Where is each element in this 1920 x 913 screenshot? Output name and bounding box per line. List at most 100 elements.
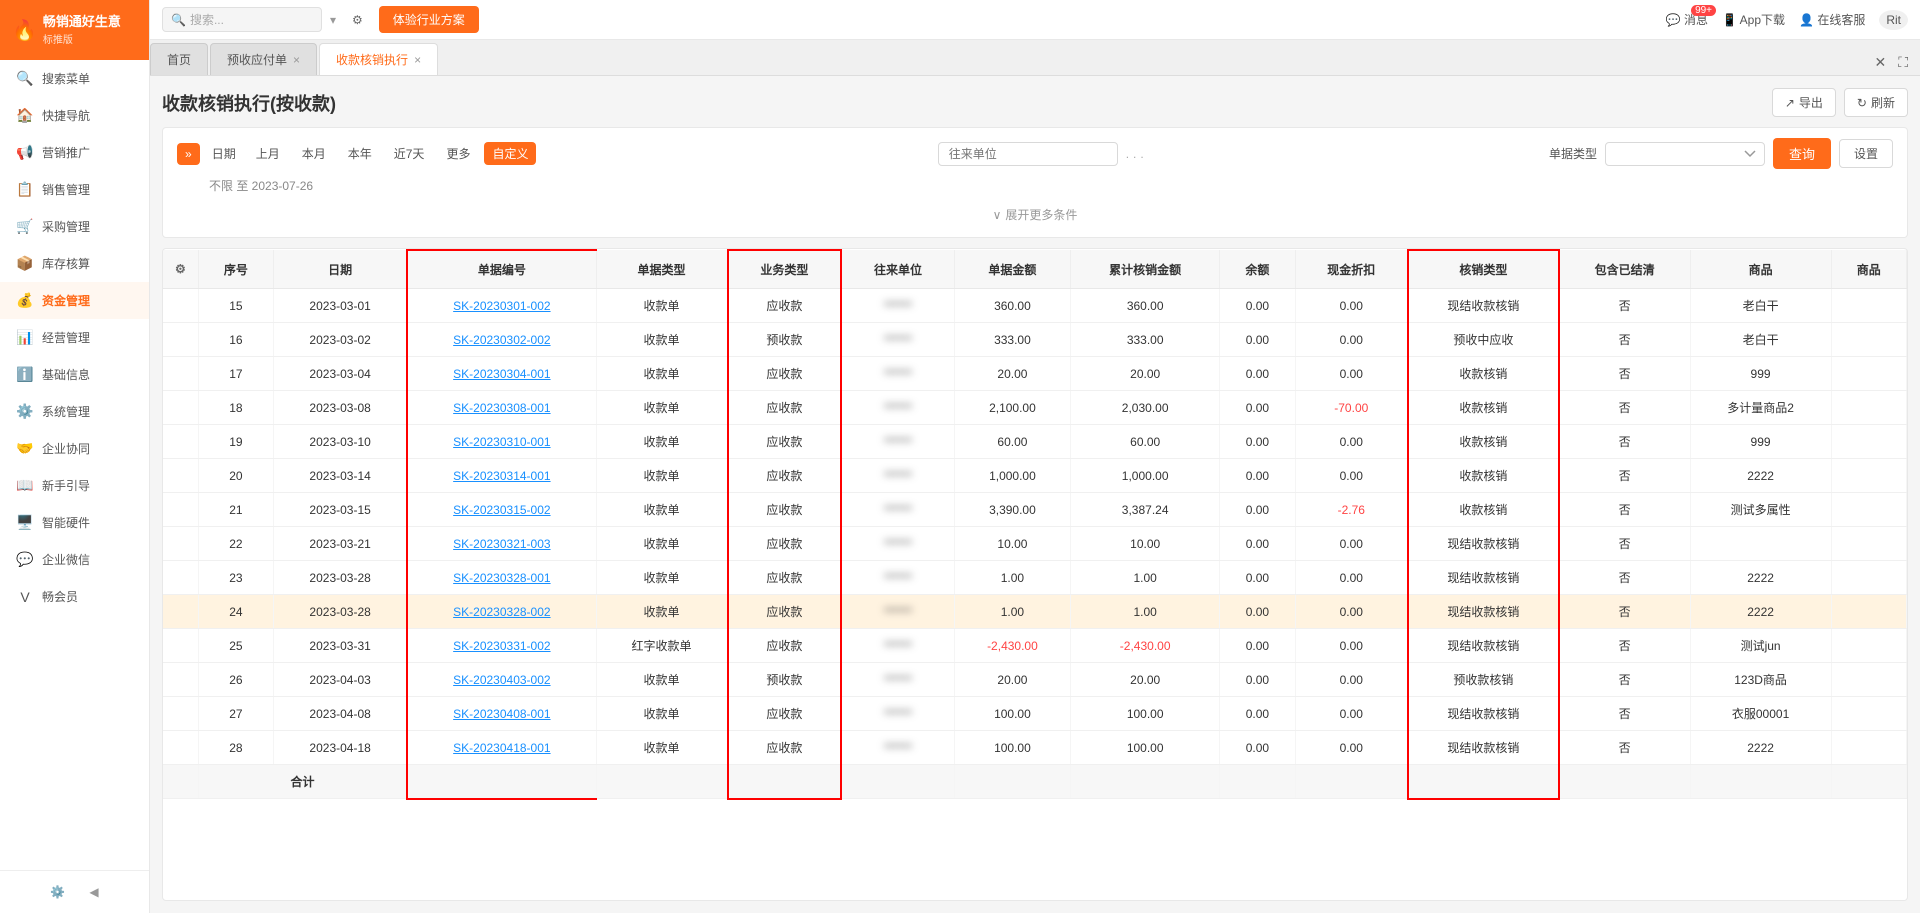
docno-link[interactable]: SK-20230308-001 <box>453 401 550 415</box>
cell-date: 2023-03-31 <box>274 629 408 663</box>
sidebar-item-search[interactable]: 🔍 搜索菜单 <box>0 60 149 97</box>
cell-date: 2023-03-28 <box>274 561 408 595</box>
sidebar-item-basic[interactable]: ℹ️ 基础信息 <box>0 356 149 393</box>
sidebar-settings-btn[interactable]: ⚙️ <box>40 879 75 905</box>
cell-docno: SK-20230328-002 <box>407 595 596 629</box>
filter-date-custom[interactable]: 自定义 <box>484 142 536 165</box>
sidebar-item-guide[interactable]: 📖 新手引导 <box>0 467 149 504</box>
topbar-search-box[interactable]: 🔍 搜索... <box>162 7 322 32</box>
cell-gear <box>163 629 198 663</box>
docno-link[interactable]: SK-20230418-001 <box>453 741 550 755</box>
sidebar-item-system[interactable]: ⚙️ 系统管理 <box>0 393 149 430</box>
cell-gear <box>163 663 198 697</box>
tab-write-off-close[interactable]: × <box>414 53 421 67</box>
filter-partner-area: ... <box>548 142 1536 166</box>
cell-discount: 0.00 <box>1295 289 1408 323</box>
sidebar-item-wechat[interactable]: 💬 企业微信 <box>0 541 149 578</box>
sidebar-item-finance[interactable]: 💰 资金管理 <box>0 282 149 319</box>
sidebar-item-member[interactable]: V 畅会员 <box>0 578 149 615</box>
docno-link[interactable]: SK-20230408-001 <box>453 707 550 721</box>
cell-seq: 27 <box>198 697 273 731</box>
sidebar-icon-sales: 📋 <box>16 181 34 198</box>
cell-discount: 0.00 <box>1295 629 1408 663</box>
cell-goods2 <box>1831 697 1906 731</box>
sidebar-item-sales[interactable]: 📋 销售管理 <box>0 171 149 208</box>
tab-pre-pay-close[interactable]: × <box>293 53 300 67</box>
table-row: 24 2023-03-28 SK-20230328-002 收款单 应收款 **… <box>163 595 1907 629</box>
footer-discount <box>1295 765 1408 799</box>
sidebar-item-corp[interactable]: 🤝 企业协同 <box>0 430 149 467</box>
partner-value: ****** <box>884 503 912 517</box>
tab-home[interactable]: 首页 <box>150 43 208 75</box>
docno-link[interactable]: SK-20230403-002 <box>453 673 550 687</box>
docno-link[interactable]: SK-20230328-001 <box>453 571 550 585</box>
export-btn[interactable]: ↗ 导出 <box>1772 88 1836 117</box>
col-gear[interactable]: ⚙ <box>163 250 198 289</box>
cell-doctype: 收款单 <box>596 323 727 357</box>
cell-goods2 <box>1831 629 1906 663</box>
docno-link[interactable]: SK-20230302-002 <box>453 333 550 347</box>
docno-link[interactable]: SK-20230331-002 <box>453 639 550 653</box>
query-btn[interactable]: 查询 <box>1773 138 1831 169</box>
tab-close-all-btn[interactable]: ✕ <box>1870 50 1890 75</box>
cell-amount: 60.00 <box>954 425 1070 459</box>
sidebar-collapse-btn[interactable]: ◀ <box>79 879 108 905</box>
sidebar-label-guide: 新手引导 <box>42 477 90 494</box>
sidebar-label-wechat: 企业微信 <box>42 551 90 568</box>
sidebar-item-inventory[interactable]: 📦 库存核算 <box>0 245 149 282</box>
topbar-gear-btn[interactable]: ⚙ <box>344 9 371 31</box>
cell-settled: 否 <box>1559 323 1690 357</box>
docno-link[interactable]: SK-20230304-001 <box>453 367 550 381</box>
docno-link[interactable]: SK-20230314-001 <box>453 469 550 483</box>
cell-docno: SK-20230403-002 <box>407 663 596 697</box>
partner-value: ****** <box>884 605 912 619</box>
filter-toggle-btn[interactable]: » <box>177 143 200 165</box>
table-row: 23 2023-03-28 SK-20230328-001 收款单 应收款 **… <box>163 561 1907 595</box>
cell-docno: SK-20230301-002 <box>407 289 596 323</box>
filter-date-this-month[interactable]: 本月 <box>294 142 334 165</box>
notifications-btn[interactable]: 💬 消息 99+ <box>1666 11 1708 28</box>
footer-writeofftype <box>1408 765 1559 799</box>
sidebar-item-shortcut[interactable]: 🏠 快捷导航 <box>0 97 149 134</box>
refresh-btn[interactable]: ↻ 刷新 <box>1844 88 1908 117</box>
app-download-btn[interactable]: 📱 App下载 <box>1722 11 1785 28</box>
cell-doctype: 收款单 <box>596 391 727 425</box>
filter-date-label: 日期 <box>212 145 236 162</box>
docno-link[interactable]: SK-20230321-003 <box>453 537 550 551</box>
cell-balance: 0.00 <box>1220 629 1295 663</box>
cell-writeoff: 1.00 <box>1071 561 1220 595</box>
sidebar-item-operations[interactable]: 📊 经营管理 <box>0 319 149 356</box>
tab-maximize-btn[interactable]: ⛶ <box>1894 50 1912 75</box>
tab-pre-pay[interactable]: 预收应付单 × <box>210 43 317 75</box>
expand-more-btn[interactable]: ∨ 展开更多条件 <box>993 206 1078 223</box>
sidebar-item-hardware[interactable]: 🖥️ 智能硬件 <box>0 504 149 541</box>
logo-text: 畅销通好生意 <box>43 14 121 31</box>
docno-link[interactable]: SK-20230315-002 <box>453 503 550 517</box>
filter-partner-input[interactable] <box>938 142 1118 166</box>
footer-doctype <box>596 765 727 799</box>
filter-date-more[interactable]: 更多 <box>438 142 478 165</box>
docno-link[interactable]: SK-20230310-001 <box>453 435 550 449</box>
topbar-dropdown[interactable]: ▾ <box>330 13 336 27</box>
table-row: 21 2023-03-15 SK-20230315-002 收款单 应收款 **… <box>163 493 1907 527</box>
cell-writeofftype: 现结收款核销 <box>1408 289 1559 323</box>
sidebar-item-marketing[interactable]: 📢 营销推广 <box>0 134 149 171</box>
sidebar-label-sales: 销售管理 <box>42 181 90 198</box>
sidebar-item-purchase[interactable]: 🛒 采购管理 <box>0 208 149 245</box>
filter-date-last-month[interactable]: 上月 <box>248 142 288 165</box>
online-support-btn[interactable]: 👤 在线客服 <box>1799 11 1865 28</box>
page-title: 收款核销执行(按收款) <box>162 90 336 116</box>
cell-partner: ****** <box>841 493 954 527</box>
cell-partner: ****** <box>841 697 954 731</box>
docno-link[interactable]: SK-20230328-002 <box>453 605 550 619</box>
docno-link[interactable]: SK-20230301-002 <box>453 299 550 313</box>
filter-doctype-select[interactable] <box>1605 142 1765 166</box>
filter-settings-btn[interactable]: 设置 <box>1839 139 1893 168</box>
industry-solution-btn[interactable]: 体验行业方案 <box>379 6 479 33</box>
cell-writeofftype: 预收中应收 <box>1408 323 1559 357</box>
filter-date-7days[interactable]: 近7天 <box>386 142 433 165</box>
user-info: Rit <box>1879 13 1908 27</box>
tab-write-off[interactable]: 收款核销执行 × <box>319 43 438 75</box>
filter-date-this-year[interactable]: 本年 <box>340 142 380 165</box>
cell-amount: 100.00 <box>954 731 1070 765</box>
